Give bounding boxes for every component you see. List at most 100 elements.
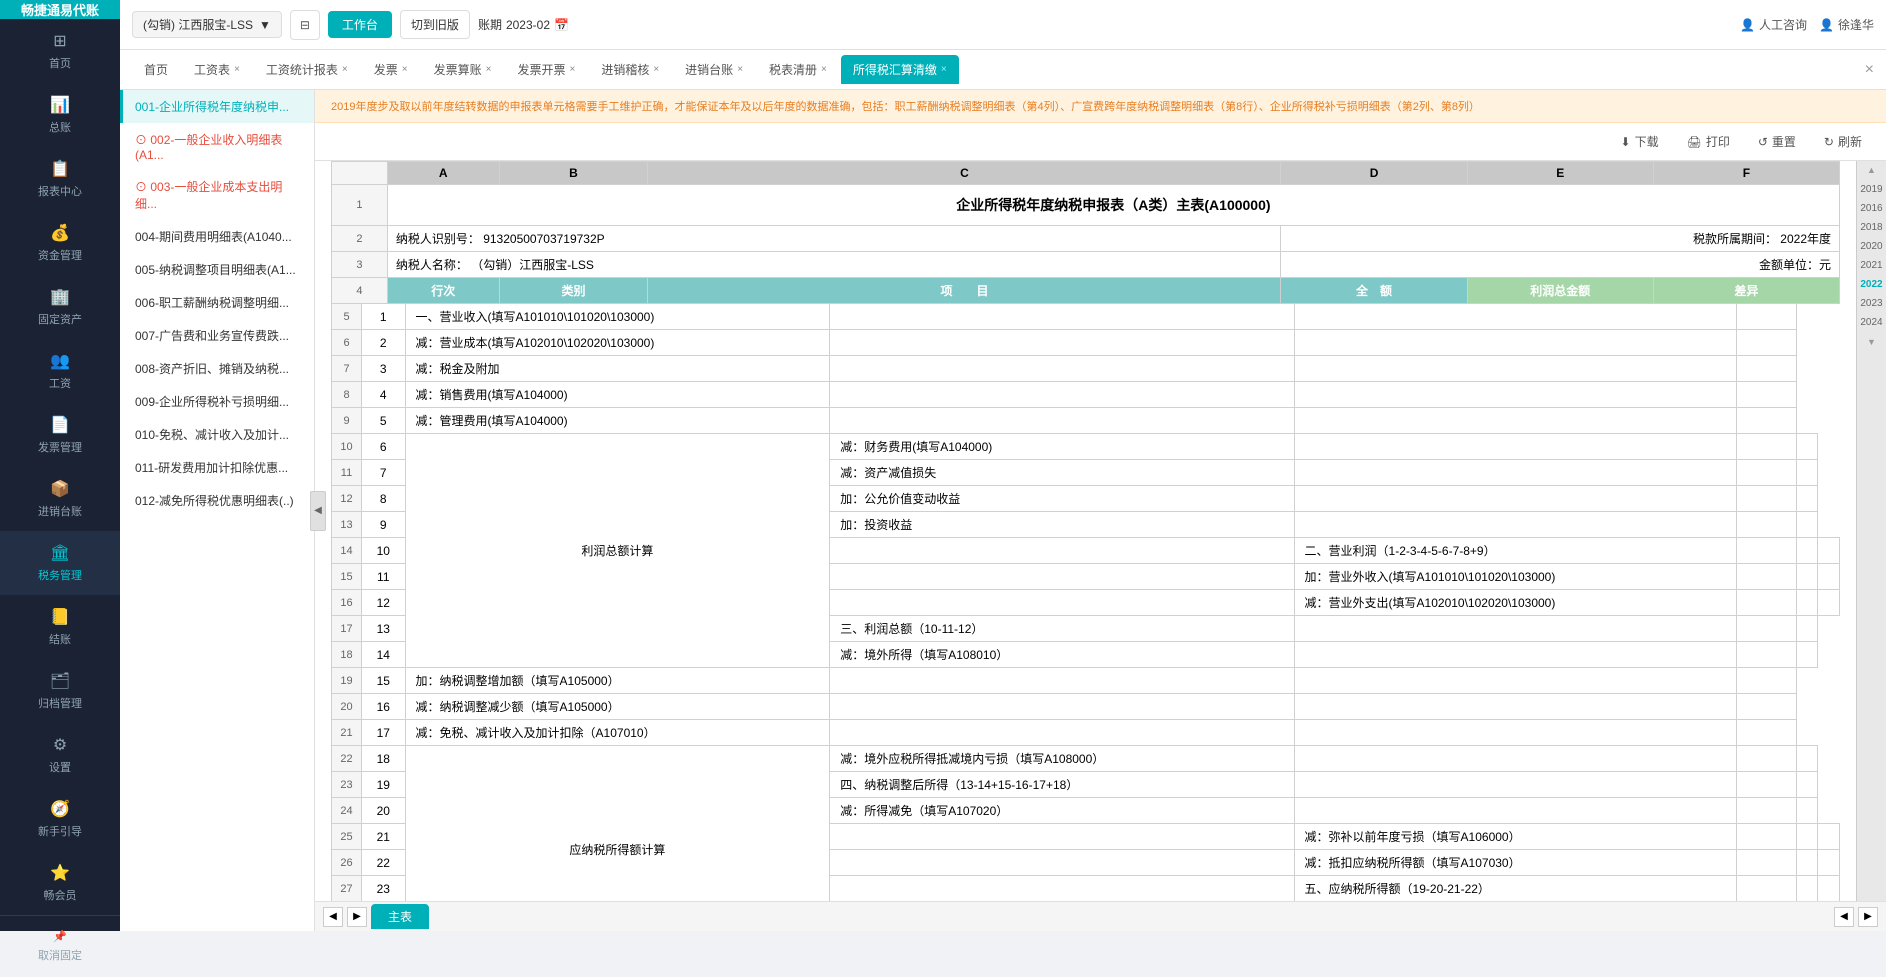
sidebar-item-label: 归档管理: [38, 695, 82, 711]
tab-home[interactable]: 首页: [132, 55, 180, 84]
close-icon[interactable]: ×: [653, 64, 659, 75]
sidebar-item-reports[interactable]: 📋 报表中心: [0, 147, 120, 211]
sidebar-item-salary[interactable]: 👥 工资: [0, 339, 120, 403]
year-2024[interactable]: 2024: [1860, 314, 1882, 331]
sidebar-item-assets[interactable]: 🏢 固定资产: [0, 275, 120, 339]
year-2018[interactable]: 2018: [1860, 219, 1882, 236]
tab-purchase-audit[interactable]: 进销稽核×: [589, 55, 671, 84]
close-icon[interactable]: ×: [402, 64, 408, 75]
table-row: 2218应纳税所得额计算减：境外应税所得抵减境内亏损（填写A108000）: [332, 746, 1840, 772]
sidebar-item-purchase[interactable]: 📦 进销台账: [0, 467, 120, 531]
tax-icon: 🏛: [50, 543, 70, 563]
tab-salary[interactable]: 工资表×: [182, 55, 252, 84]
left-panel-item-011[interactable]: 011-研发费用加计扣除优惠...: [120, 451, 314, 484]
finance-icon: 💰: [50, 223, 70, 243]
close-icon[interactable]: ×: [234, 64, 240, 75]
sidebar-item-guide[interactable]: 🧭 新手引导: [0, 787, 120, 851]
user-avatar-icon: 👤: [1819, 18, 1834, 32]
sidebar-item-archive[interactable]: 🗂 归档管理: [0, 659, 120, 723]
close-all-icon[interactable]: ×: [1865, 61, 1874, 78]
close-icon[interactable]: ×: [342, 64, 348, 75]
close-icon[interactable]: ×: [821, 64, 827, 75]
switch-old-version-button[interactable]: 切到旧版: [400, 10, 470, 39]
refresh-icon: ↻: [1824, 135, 1834, 149]
user-profile[interactable]: 👤 徐逢华: [1819, 16, 1874, 33]
table-row: 84减：销售费用(填写A104000): [332, 382, 1840, 408]
table-header-row: 4 行次 类别 项 目 全 额 利润总金额 差异: [332, 278, 1840, 304]
close-period-icon: 📒: [50, 607, 70, 627]
workbench-button[interactable]: 工作台: [328, 11, 392, 38]
sidebar-item-member[interactable]: ⭐ 畅会员: [0, 851, 120, 915]
prev-sheet-button[interactable]: ◀: [323, 907, 343, 927]
company-selector[interactable]: (勾销) 江西服宝-LSS ▼: [132, 11, 282, 38]
calendar-icon: 📅: [554, 18, 569, 32]
scroll-right-button[interactable]: ▶: [1858, 907, 1878, 927]
close-icon[interactable]: ×: [737, 64, 743, 75]
scroll-left-button[interactable]: ◀: [1834, 907, 1854, 927]
title-row: 1 企业所得税年度纳税申报表（A类）主表(A100000): [332, 185, 1840, 226]
sheet-tab-main[interactable]: 主表: [371, 904, 429, 929]
refresh-button[interactable]: ↻ 刷新: [1816, 129, 1870, 154]
warning-bar: 2019年度步及取以前年度结转数据的申报表单元格需要手工维护正确，才能保证本年及…: [315, 90, 1886, 123]
left-panel-item-003[interactable]: ⊙ 003-一般企业成本支出明细...: [120, 170, 314, 220]
sidebar-item-ledger[interactable]: 📊 总账: [0, 83, 120, 147]
close-icon[interactable]: ×: [569, 64, 575, 75]
year-2016[interactable]: 2016: [1860, 200, 1882, 217]
tab-invoice-open[interactable]: 发票开票×: [505, 55, 587, 84]
left-panel-item-005[interactable]: 005-纳税调整项目明细表(A1...: [120, 253, 314, 286]
consult-button[interactable]: 👤 人工咨询: [1740, 16, 1807, 33]
sidebar-item-invoice[interactable]: 📄 发票管理: [0, 403, 120, 467]
tab-purchase-ledger[interactable]: 进销台账×: [673, 55, 755, 84]
reset-button[interactable]: ↺ 重置: [1750, 129, 1804, 154]
table-row: 2016减：纳税调整减少额（填写A105000）: [332, 694, 1840, 720]
tab-invoice[interactable]: 发票×: [362, 55, 420, 84]
download-button[interactable]: ⬇ 下载: [1613, 129, 1667, 154]
sidebar-item-label: 固定资产: [38, 311, 82, 327]
left-panel-item-009[interactable]: 009-企业所得税补亏损明细...: [120, 385, 314, 418]
close-icon[interactable]: ×: [486, 64, 492, 75]
left-panel-item-008[interactable]: 008-资产折旧、摊销及纳税...: [120, 352, 314, 385]
download-icon: ⬇: [1621, 135, 1631, 149]
sidebar: 畅捷通易代账 ⊞ 首页 📊 总账 📋 报表中心 💰 资金管理 🏢 固定资产 👥 …: [0, 0, 120, 931]
copy-icon-button[interactable]: ⊟: [290, 10, 320, 40]
sidebar-item-tax[interactable]: 🏛 税务管理: [0, 531, 120, 595]
salary-icon: 👥: [50, 351, 70, 371]
reports-icon: 📋: [50, 159, 70, 179]
table-row: 73减：税金及附加: [332, 356, 1840, 382]
year-2023[interactable]: 2023: [1860, 295, 1882, 312]
close-icon[interactable]: ×: [941, 64, 947, 75]
sidebar-item-label: 首页: [49, 55, 71, 71]
tab-tax-clear[interactable]: 税表清册×: [757, 55, 839, 84]
left-panel-item-010[interactable]: 010-免税、减计收入及加计...: [120, 418, 314, 451]
left-panel-item-006[interactable]: 006-职工薪酬纳税调整明细...: [120, 286, 314, 319]
sidebar-item-home[interactable]: ⊞ 首页: [0, 19, 120, 83]
tab-salary-report[interactable]: 工资统计报表×: [254, 55, 360, 84]
next-sheet-button[interactable]: ▶: [347, 907, 367, 927]
sidebar-item-settings[interactable]: ⚙ 设置: [0, 723, 120, 787]
pin-icon: 📌: [53, 930, 67, 943]
year-2021[interactable]: 2021: [1860, 257, 1882, 274]
sidebar-item-label: 资金管理: [38, 247, 82, 263]
year-2022[interactable]: 2022: [1860, 276, 1882, 293]
purchase-icon: 📦: [50, 479, 70, 499]
info-row-1: 2 纳税人识别号： 91320500703719732P 税款所属期间： 202…: [332, 226, 1840, 252]
collapse-panel-button[interactable]: ◀: [310, 491, 326, 531]
left-panel-item-007[interactable]: 007-广告费和业务宣传费跌...: [120, 319, 314, 352]
left-panel-item-002[interactable]: ⊙ 002-一般企业收入明细表(A1...: [120, 123, 314, 170]
table-row: 51一、营业收入(填写A101010\101020\103000): [332, 304, 1840, 330]
sidebar-item-finance[interactable]: 💰 资金管理: [0, 211, 120, 275]
left-panel-item-012[interactable]: 012-减免所得税优惠明细表(..): [120, 484, 314, 517]
table-row: 95减：管理费用(填写A104000): [332, 408, 1840, 434]
unpin-button[interactable]: 📌 取消固定: [0, 922, 120, 971]
col-header-B: B: [499, 162, 648, 185]
left-panel-item-001[interactable]: 001-企业所得税年度纳税申...: [120, 90, 314, 123]
print-button[interactable]: 🖨 打印: [1679, 129, 1738, 154]
year-2019[interactable]: 2019: [1860, 181, 1882, 198]
sidebar-item-close[interactable]: 📒 结账: [0, 595, 120, 659]
year-2020[interactable]: 2020: [1860, 238, 1882, 255]
tab-income-tax[interactable]: 所得税汇算清缴×: [841, 55, 959, 84]
guide-icon: 🧭: [50, 799, 70, 819]
left-panel: 001-企业所得税年度纳税申... ⊙ 002-一般企业收入明细表(A1... …: [120, 90, 315, 931]
tab-invoice-calc[interactable]: 发票算账×: [422, 55, 504, 84]
left-panel-item-004[interactable]: 004-期间费用明细表(A1040...: [120, 220, 314, 253]
